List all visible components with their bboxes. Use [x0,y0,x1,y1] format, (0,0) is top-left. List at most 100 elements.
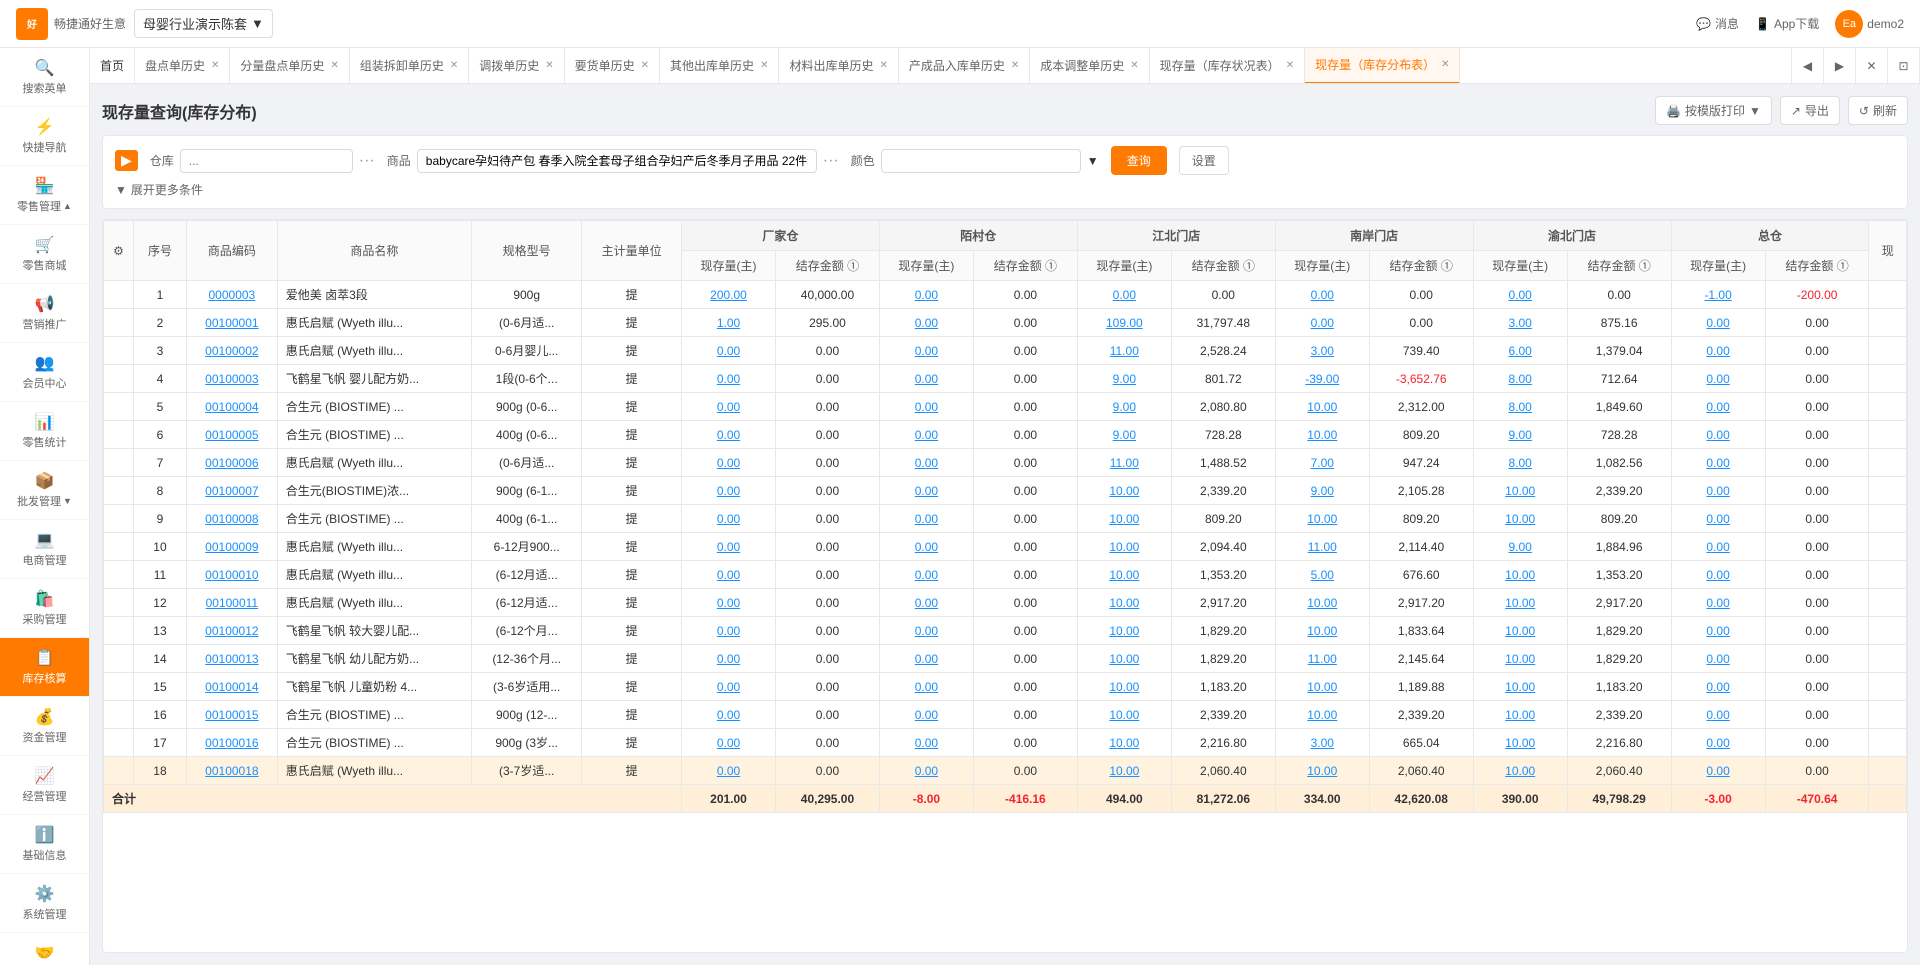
row-fc-qty[interactable]: 0.00 [681,617,775,645]
close-icon[interactable]: ✕ [1011,60,1019,71]
row-yb-qty[interactable]: 8.00 [1473,393,1567,421]
row-code[interactable]: 00100003 [186,365,277,393]
row-jb-qty[interactable]: 9.00 [1077,365,1171,393]
row-zc-qty[interactable]: 0.00 [1671,505,1765,533]
row-jb-qty[interactable]: 10.00 [1077,729,1171,757]
row-mc-qty[interactable]: 0.00 [879,421,973,449]
row-zc-qty[interactable]: 0.00 [1671,617,1765,645]
row-zc-qty[interactable]: -1.00 [1671,281,1765,309]
row-jb-qty[interactable]: 10.00 [1077,673,1171,701]
row-mc-qty[interactable]: 0.00 [879,589,973,617]
row-zc-qty[interactable]: 0.00 [1671,729,1765,757]
row-yb-qty[interactable]: 10.00 [1473,673,1567,701]
row-mc-qty[interactable]: 0.00 [879,309,973,337]
row-fc-qty[interactable]: 0.00 [681,589,775,617]
tab-next-btn[interactable]: ▶ [1824,48,1856,84]
row-mc-qty[interactable]: 0.00 [879,645,973,673]
close-icon[interactable]: ✕ [1286,60,1294,71]
sidebar-item-system[interactable]: ⚙️ 系统管理 [0,874,89,933]
close-icon[interactable]: ✕ [450,60,458,71]
row-mc-qty[interactable]: 0.00 [879,449,973,477]
row-na-qty[interactable]: 10.00 [1275,673,1369,701]
row-code[interactable]: 00100016 [186,729,277,757]
row-mc-qty[interactable]: 0.00 [879,729,973,757]
row-fc-qty[interactable]: 0.00 [681,421,775,449]
row-mc-qty[interactable]: 0.00 [879,477,973,505]
close-icon[interactable]: ✕ [545,60,553,71]
row-mc-qty[interactable]: 0.00 [879,757,973,785]
row-na-qty[interactable]: 0.00 [1275,281,1369,309]
row-na-qty[interactable]: 10.00 [1275,701,1369,729]
row-jb-qty[interactable]: 10.00 [1077,701,1171,729]
row-code[interactable]: 00100012 [186,617,277,645]
row-zc-qty[interactable]: 0.00 [1671,645,1765,673]
expand-toggle[interactable]: ▶ [115,150,138,171]
row-na-qty[interactable]: 10.00 [1275,421,1369,449]
goods-input[interactable] [417,149,817,173]
row-fc-qty[interactable]: 0.00 [681,449,775,477]
row-yb-qty[interactable]: 3.00 [1473,309,1567,337]
row-jb-qty[interactable]: 10.00 [1077,561,1171,589]
row-code[interactable]: 00100009 [186,533,277,561]
tab-close-btn[interactable]: ✕ [1856,48,1888,84]
sidebar-item-finance[interactable]: 💰 资金管理 [0,697,89,756]
tab-product-in[interactable]: 产成品入库单历史 ✕ [899,48,1030,84]
close-icon[interactable]: ✕ [211,60,219,71]
close-icon[interactable]: ✕ [641,60,649,71]
tab-material-out[interactable]: 材料出库单历史 ✕ [779,48,898,84]
row-yb-qty[interactable]: 0.00 [1473,281,1567,309]
warehouse-input[interactable] [180,149,353,173]
row-jb-qty[interactable]: 9.00 [1077,393,1171,421]
row-fc-qty[interactable]: 0.00 [681,729,775,757]
row-code[interactable]: 00100011 [186,589,277,617]
tab-inventory-check[interactable]: 盘点单历史 ✕ [135,48,230,84]
expand-conditions-btn[interactable]: ▼ 展开更多条件 [115,181,1895,198]
row-na-qty[interactable]: -39.00 [1275,365,1369,393]
sidebar-item-retail[interactable]: 🏪 零售管理 ▲ [0,166,89,225]
row-code[interactable]: 00100002 [186,337,277,365]
row-fc-qty[interactable]: 0.00 [681,645,775,673]
row-fc-qty[interactable]: 0.00 [681,337,775,365]
sidebar-item-stats[interactable]: 📊 零售统计 [0,402,89,461]
row-yb-qty[interactable]: 8.00 [1473,449,1567,477]
row-zc-qty[interactable]: 0.00 [1671,757,1765,785]
tab-partial-check[interactable]: 分量盘点单历史 ✕ [230,48,349,84]
row-zc-qty[interactable]: 0.00 [1671,673,1765,701]
row-na-qty[interactable]: 10.00 [1275,393,1369,421]
system-select[interactable]: 母婴行业演示陈套 ▼ [134,9,273,38]
row-code[interactable]: 00100014 [186,673,277,701]
row-yb-qty[interactable]: 9.00 [1473,533,1567,561]
color-input[interactable] [881,149,1081,173]
row-yb-qty[interactable]: 10.00 [1473,561,1567,589]
row-fc-qty[interactable]: 0.00 [681,701,775,729]
sidebar-item-purchase[interactable]: 🛍️ 采购管理 [0,579,89,638]
message-btn[interactable]: 💬 消息 [1696,15,1739,32]
tab-home[interactable]: 首页 [90,48,135,84]
row-fc-qty[interactable]: 0.00 [681,365,775,393]
row-code[interactable]: 00100015 [186,701,277,729]
row-code[interactable]: 00100010 [186,561,277,589]
search-btn[interactable]: 查询 [1111,146,1167,175]
tab-outbound[interactable]: 其他出库单历史 ✕ [660,48,779,84]
row-code[interactable]: 00100013 [186,645,277,673]
row-code[interactable]: 00100006 [186,449,277,477]
tab-stock-dist[interactable]: 现存量（库存分布表） ✕ [1305,48,1460,84]
row-yb-qty[interactable]: 8.00 [1473,365,1567,393]
row-yb-qty[interactable]: 10.00 [1473,645,1567,673]
tab-assembly[interactable]: 组装拆卸单历史 ✕ [350,48,469,84]
row-mc-qty[interactable]: 0.00 [879,561,973,589]
sidebar-item-member[interactable]: 👥 会员中心 [0,343,89,402]
close-icon[interactable]: ✕ [1130,60,1138,71]
row-fc-qty[interactable]: 0.00 [681,561,775,589]
row-na-qty[interactable]: 10.00 [1275,589,1369,617]
row-code[interactable]: 00100004 [186,393,277,421]
user-area[interactable]: Ea demo2 [1835,10,1904,38]
row-yb-qty[interactable]: 10.00 [1473,757,1567,785]
row-jb-qty[interactable]: 10.00 [1077,477,1171,505]
row-jb-qty[interactable]: 10.00 [1077,589,1171,617]
goods-more-btn[interactable]: ··· [823,152,839,170]
settings-icon[interactable]: ⚙ [113,244,124,258]
tab-more-btn[interactable]: ⊡ [1888,48,1920,84]
row-yb-qty[interactable]: 10.00 [1473,729,1567,757]
row-mc-qty[interactable]: 0.00 [879,673,973,701]
